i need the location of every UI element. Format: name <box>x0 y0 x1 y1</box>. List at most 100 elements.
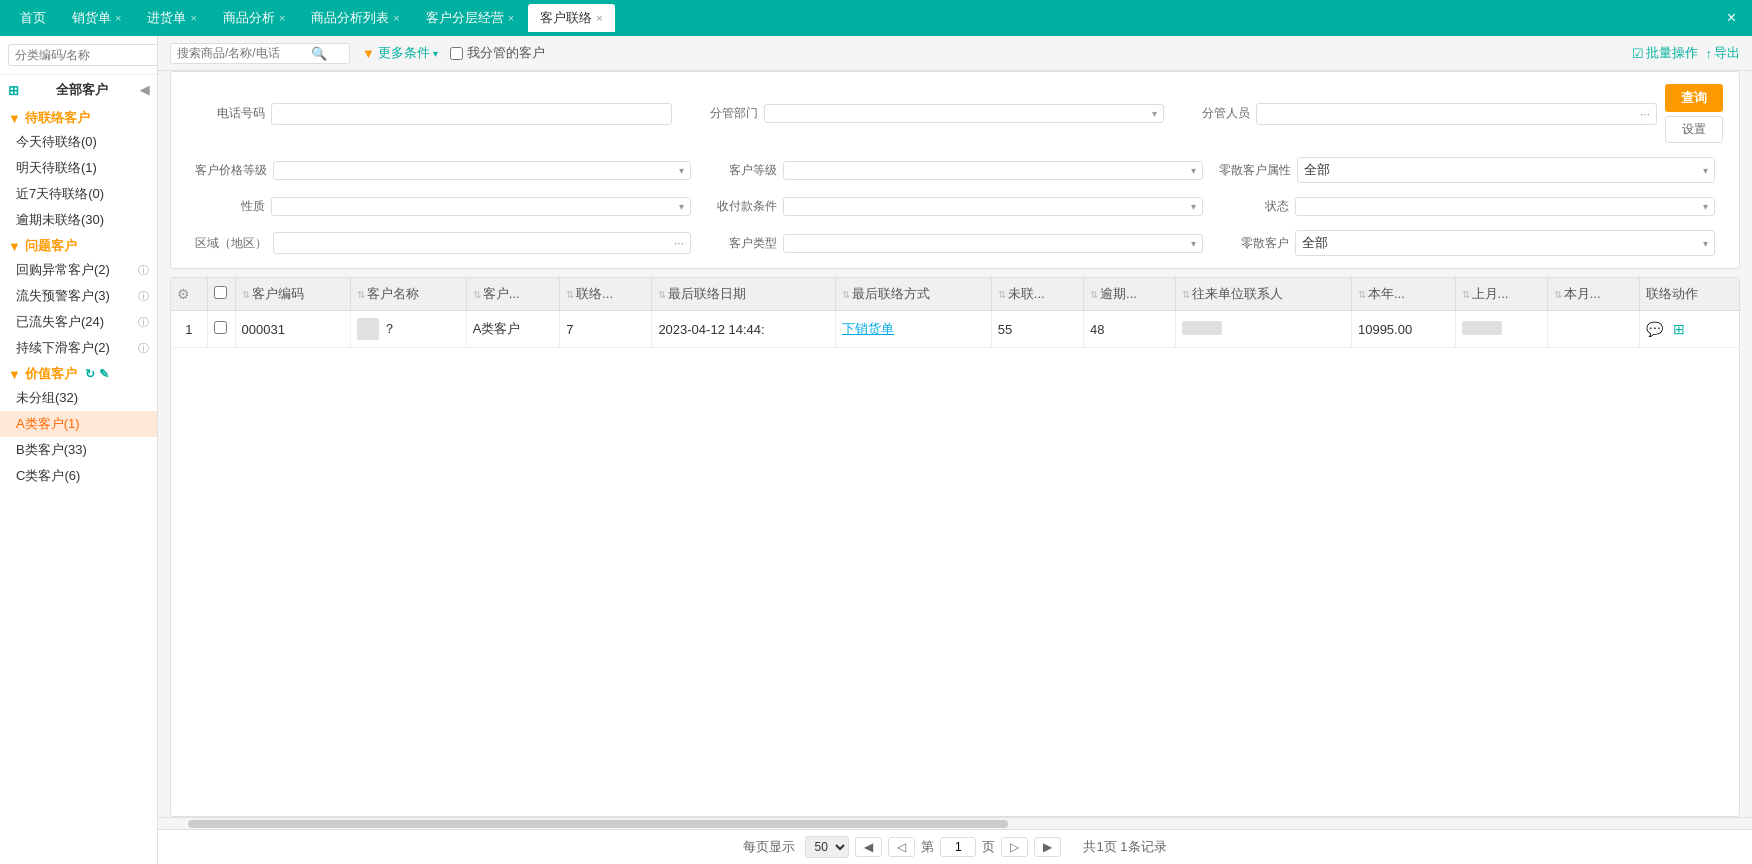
chat-action-icon[interactable]: 💬 <box>1646 321 1663 337</box>
price-level-select[interactable]: ▾ <box>273 161 691 180</box>
tab-customer-segment-close[interactable]: × <box>508 12 514 24</box>
search-input[interactable] <box>177 46 307 60</box>
th-this-month[interactable]: ⇅本月... <box>1547 278 1639 311</box>
th-gear[interactable]: ⚙ <box>171 278 207 311</box>
next-page-btn[interactable]: ▷ <box>1001 837 1028 857</box>
status-select[interactable]: ▾ <box>1295 197 1715 216</box>
group-pending-contact[interactable]: ▼ 待联络客户 <box>0 105 157 129</box>
tab-customer-contact-close[interactable]: × <box>596 12 602 24</box>
nature-select[interactable]: ▾ <box>271 197 691 216</box>
tab-customer-segment[interactable]: 客户分层经营 × <box>414 4 526 32</box>
th-last-method[interactable]: ⇅最后联络方式 <box>836 278 992 311</box>
sidebar-item-7days[interactable]: 近7天待联络(0) <box>0 181 157 207</box>
filter-panel: 电话号码 分管部门 ▾ 分管人员 ··· <box>170 71 1740 269</box>
filter-cell-retail-customer: 零散客户 全部 ▾ <box>1211 226 1723 260</box>
cell-last-method[interactable]: 下销货单 <box>836 311 992 348</box>
th-contact-count[interactable]: ⇅联络... <box>560 278 652 311</box>
sidebar-item-ungrouped[interactable]: 未分组(32) <box>0 385 157 411</box>
scroll-thumb[interactable] <box>188 820 1008 828</box>
search-icon[interactable]: 🔍 <box>311 46 327 61</box>
th-unit-contact[interactable]: ⇅往来单位联系人 <box>1176 278 1352 311</box>
table-scroll[interactable]: ⚙ ⇅客户编码 ⇅客户名称 ⇅客户... ⇅联络... ⇅最后联络日期 ⇅最后联… <box>171 278 1739 816</box>
qrcode-action-icon[interactable]: ⊞ <box>1673 321 1685 337</box>
tab-purchase[interactable]: 进货单 × <box>135 4 208 32</box>
payment-select[interactable]: ▾ <box>783 197 1203 216</box>
info-icon-repeat: ⓘ <box>138 263 149 278</box>
collapse-icon[interactable]: ◀ <box>140 83 149 97</box>
my-customers-checkbox[interactable] <box>450 47 463 60</box>
th-checkbox[interactable] <box>207 278 235 311</box>
filter-row-1: 电话号码 分管部门 ▾ 分管人员 ··· <box>187 80 1723 147</box>
tab-product-analysis[interactable]: 商品分析 × <box>211 4 297 32</box>
page-number-input[interactable] <box>940 837 976 857</box>
sidebar-item-declining[interactable]: 持续下滑客户(2) ⓘ <box>0 335 157 361</box>
filter-cell-price-level: 客户价格等级 ▾ <box>187 157 699 184</box>
settings-btn[interactable]: 设置 <box>1665 116 1723 143</box>
refresh-icon[interactable]: ↻ <box>85 367 95 381</box>
last-method-link[interactable]: 下销货单 <box>842 321 894 336</box>
row-checkbox[interactable] <box>214 321 227 334</box>
select-all-checkbox[interactable] <box>214 286 227 299</box>
tab-sales[interactable]: 销货单 × <box>60 4 133 32</box>
tab-purchase-close[interactable]: × <box>190 12 196 24</box>
nav-home[interactable]: 首页 <box>8 9 58 27</box>
export-btn[interactable]: ↑ 导出 <box>1706 44 1741 62</box>
th-code[interactable]: ⇅客户编码 <box>235 278 351 311</box>
th-last-date[interactable]: ⇅最后联络日期 <box>652 278 836 311</box>
cell-type: A类客户 <box>466 311 560 348</box>
first-page-btn[interactable]: ◀ <box>855 837 882 857</box>
toolbar-right: ☑ 批量操作 ↑ 导出 <box>1632 44 1741 62</box>
cell-name: ？ <box>351 311 467 348</box>
region-select[interactable]: ··· <box>273 232 691 254</box>
tab-product-list[interactable]: 商品分析列表 × <box>299 4 411 32</box>
th-this-year[interactable]: ⇅本年... <box>1351 278 1455 311</box>
sidebar-search-input[interactable] <box>8 44 158 66</box>
tab-product-list-close[interactable]: × <box>393 12 399 24</box>
sidebar-item-today[interactable]: 今天待联络(0) <box>0 129 157 155</box>
cell-actions: 💬 ⊞ <box>1640 311 1740 348</box>
sidebar-item-churn-warning[interactable]: 流失预警客户(3) ⓘ <box>0 283 157 309</box>
th-no-contact[interactable]: ⇅未联... <box>991 278 1083 311</box>
query-btn[interactable]: 查询 <box>1665 84 1723 112</box>
batch-ops-btn[interactable]: ☑ 批量操作 <box>1632 44 1698 62</box>
sidebar-item-class-a[interactable]: A类客户(1) <box>0 411 157 437</box>
sidebar-item-class-b-label: B类客户(33) <box>16 441 87 459</box>
group-problem-customer[interactable]: ▼ 问题客户 <box>0 233 157 257</box>
last-page-btn[interactable]: ▶ <box>1034 837 1061 857</box>
group-value-customer[interactable]: ▼ 价值客户 ↻ ✎ <box>0 361 157 385</box>
gear-icon[interactable]: ⚙ <box>177 286 190 302</box>
horizontal-scrollbar[interactable] <box>158 817 1752 829</box>
th-name[interactable]: ⇅客户名称 <box>351 278 467 311</box>
sidebar-item-overdue[interactable]: 逾期未联络(30) <box>0 207 157 233</box>
phone-label: 电话号码 <box>195 105 265 122</box>
more-filters-btn[interactable]: ▼ 更多条件 ▾ <box>358 42 442 64</box>
sidebar-item-tomorrow[interactable]: 明天待联络(1) <box>0 155 157 181</box>
sidebar-item-churned[interactable]: 已流失客户(24) ⓘ <box>0 309 157 335</box>
tab-product-analysis-close[interactable]: × <box>279 12 285 24</box>
th-last-month[interactable]: ⇅上月... <box>1455 278 1547 311</box>
retail-attr-select[interactable]: 全部 ▾ <box>1297 157 1715 183</box>
sidebar-item-repeat-abnormal[interactable]: 回购异常客户(2) ⓘ <box>0 257 157 283</box>
th-type[interactable]: ⇅客户... <box>466 278 560 311</box>
cell-checkbox[interactable] <box>207 311 235 348</box>
all-customers-header[interactable]: ⊞ 全部客户 ◀ <box>0 75 157 105</box>
person-select[interactable]: ··· <box>1256 103 1657 125</box>
tab-customer-contact[interactable]: 客户联络 × <box>528 4 614 32</box>
window-close-icon[interactable]: × <box>1719 9 1744 27</box>
customer-type-select[interactable]: ▾ <box>783 234 1203 253</box>
sidebar-item-class-c[interactable]: C类客户(6) <box>0 463 157 489</box>
retail-customer-select[interactable]: 全部 ▾ <box>1295 230 1715 256</box>
th-overdue[interactable]: ⇅逾期... <box>1084 278 1176 311</box>
cell-this-month <box>1547 311 1639 348</box>
dept-select[interactable]: ▾ <box>764 104 1165 123</box>
sort-icon-unit-contact: ⇅ <box>1182 289 1190 300</box>
customer-level-select[interactable]: ▾ <box>783 161 1203 180</box>
phone-input[interactable] <box>271 103 672 125</box>
tab-sales-close[interactable]: × <box>115 12 121 24</box>
my-customers-checkbox-label[interactable]: 我分管的客户 <box>450 44 545 62</box>
prev-page-btn[interactable]: ◁ <box>888 837 915 857</box>
top-nav: 首页 销货单 × 进货单 × 商品分析 × 商品分析列表 × 客户分层经营 × … <box>0 0 1752 36</box>
edit-icon[interactable]: ✎ <box>99 367 109 381</box>
sidebar-item-class-b[interactable]: B类客户(33) <box>0 437 157 463</box>
per-page-select[interactable]: 50 <box>805 836 849 858</box>
